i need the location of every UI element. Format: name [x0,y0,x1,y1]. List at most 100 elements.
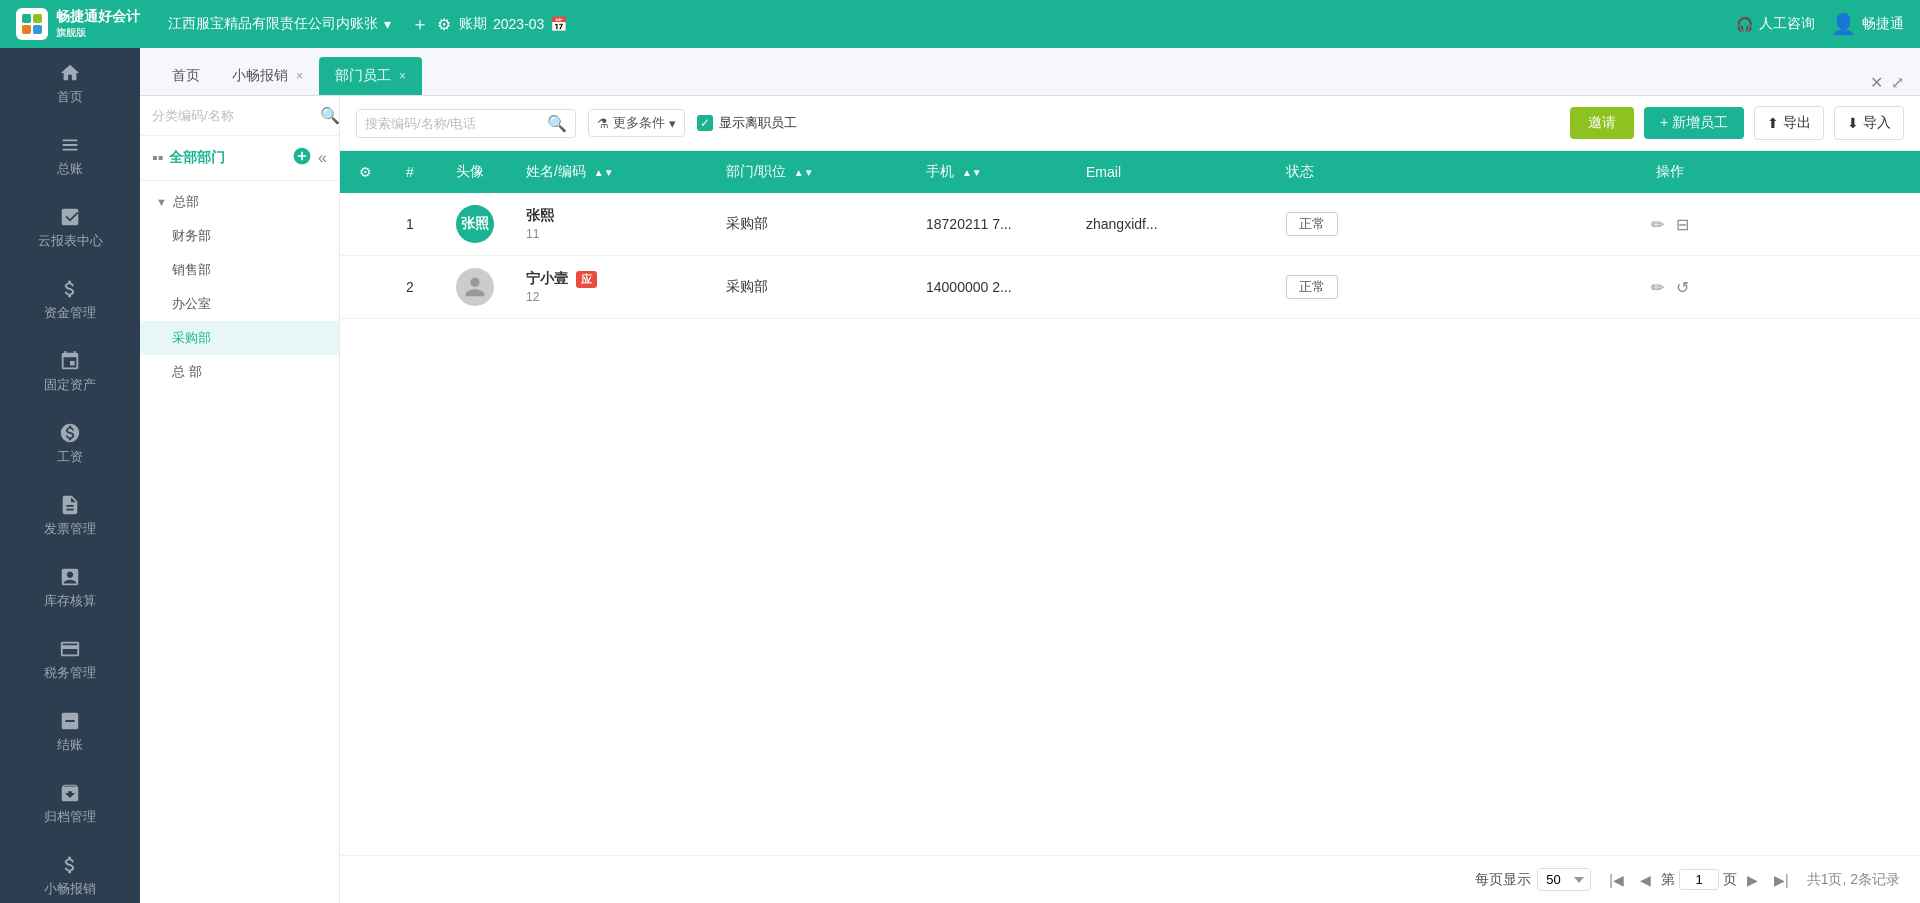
company-selector[interactable]: 江西服宝精品有限责任公司内账张 ▾ [168,15,391,33]
show-resigned-area: ✓ 显示离职员工 [697,114,797,132]
dept-all-label: 全部部门 [169,149,286,167]
settings-icon[interactable]: ⚙ [437,15,451,34]
sidebar-item-expense[interactable]: 小畅报销 [0,840,140,903]
filter-dropdown-icon: ▾ [669,116,676,131]
prev-page-btn[interactable]: ◀ [1634,870,1657,890]
dept-search-icon[interactable]: 🔍 [320,106,340,125]
user-area[interactable]: 👤 畅捷通 [1831,12,1904,36]
sidebar-label-archive: 归档管理 [44,808,96,826]
phone-sort-icon: ▲▼ [962,167,982,178]
user-name: 畅捷通 [1862,15,1904,33]
dept-search-input[interactable] [152,108,320,123]
dept-node-general[interactable]: 总 部 [140,355,339,389]
sidebar-label-inventory: 库存核算 [44,592,96,610]
per-page-label: 每页显示 [1475,871,1531,889]
app-name: 畅捷通好会计 [56,8,140,26]
sidebar-item-salary[interactable]: 工资 [0,408,140,480]
add-employee-button[interactable]: + 新增员工 [1644,107,1744,139]
invite-button[interactable]: 邀请 [1570,107,1634,139]
sidebar-label-tax: 税务管理 [44,664,96,682]
row1-actions: ✏ ⊟ [1420,193,1920,256]
th-dept[interactable]: 部门/职位 ▲▼ [710,151,910,193]
emp-search-input[interactable] [365,116,543,131]
dept-node-headquarters[interactable]: ▼ 总部 [140,185,339,219]
sidebar-item-tax[interactable]: 税务管理 [0,624,140,696]
sidebar-item-asset[interactable]: 固定资产 [0,336,140,408]
th-phone[interactable]: 手机 ▲▼ [910,151,1070,193]
tab-department-label: 部门员工 [335,67,391,85]
sidebar-item-invoice[interactable]: 发票管理 [0,480,140,552]
dept-add-btn[interactable] [292,146,312,170]
sidebar-item-home[interactable]: 首页 [0,48,140,120]
dept-collapse-btn[interactable]: « [318,149,327,167]
row2-name: 宁小壹 应 12 [510,256,710,319]
window-close-btn[interactable]: ✕ [1870,75,1883,91]
sidebar-item-report[interactable]: 云报表中心 [0,192,140,264]
page-text2: 页 [1723,871,1737,889]
sidebar-label-invoice: 发票管理 [44,520,96,538]
tab-department[interactable]: 部门员工 × [319,57,422,95]
first-page-btn[interactable]: |◀ [1603,870,1630,890]
row2-refresh-icon[interactable]: ↺ [1676,278,1689,297]
dept-node-sales[interactable]: 销售部 [140,253,339,287]
page-text: 第 [1661,871,1675,889]
sidebar-item-archive[interactable]: 归档管理 [0,768,140,840]
page-num-input[interactable] [1679,869,1719,890]
sidebar-label-home: 首页 [57,88,83,106]
dept-node-purchasing[interactable]: 采购部 [140,321,339,355]
tab-department-close[interactable]: × [399,69,406,83]
emp-search-box: 🔍 [356,109,576,138]
sidebar: 首页 总账 云报表中心 资金管理 固定资产 工资 发票管理 库存核算 [0,48,140,903]
tab-expense[interactable]: 小畅报销 × [216,57,319,95]
calendar-icon[interactable]: 📅 [550,16,567,32]
add-btn[interactable]: ＋ [411,12,429,36]
dept-node-office[interactable]: 办公室 [140,287,339,321]
show-resigned-checkbox[interactable]: ✓ [697,115,713,131]
page-size-select[interactable]: 10 20 50 100 [1537,868,1591,891]
row2-email [1070,256,1270,319]
export-button[interactable]: ⬆ 导出 [1754,106,1824,140]
import-button[interactable]: ⬇ 导入 [1834,106,1904,140]
dept-search-area: 🔍 [140,96,339,136]
sidebar-item-ledger[interactable]: 总账 [0,120,140,192]
svg-rect-2 [22,25,31,34]
service-button[interactable]: 🎧 人工咨询 [1736,15,1815,33]
row1-edit-icon[interactable]: ✏ [1651,215,1664,234]
sidebar-item-closeaccount[interactable]: 结账 [0,696,140,768]
th-settings[interactable]: ⚙ [340,151,390,193]
row2-actions: ✏ ↺ [1420,256,1920,319]
avatar-ningxiaoyi [456,268,494,306]
svg-rect-0 [22,14,31,23]
th-name[interactable]: 姓名/编码 ▲▼ [510,151,710,193]
sidebar-item-fund[interactable]: 资金管理 [0,264,140,336]
row2-status: 正常 [1270,256,1420,319]
app-logo-icon [16,8,48,40]
page-nav: |◀ ◀ 第 页 ▶ ▶| [1603,869,1794,890]
row1-status: 正常 [1270,193,1420,256]
row1-name: 张熙 11 [510,193,710,256]
filter-btn[interactable]: ⚗ 更多条件 ▾ [588,109,685,137]
emp-search-icon[interactable]: 🔍 [547,114,567,133]
dept-panel: 🔍 ▪▪ 全部部门 « ▼ 总部 财务部 销售部 [140,96,340,903]
emp-toolbar: 🔍 ⚗ 更多条件 ▾ ✓ 显示离职员工 邀请 [340,96,1920,151]
row2-settings [340,256,390,319]
import-label: 导入 [1863,114,1891,132]
headset-icon: 🎧 [1736,16,1753,32]
employee-table: ⚙ # 头像 姓名/编码 ▲▼ 部门/职位 ▲▼ [340,151,1920,319]
tab-expense-close[interactable]: × [296,69,303,83]
content-area: 首页 小畅报销 × 部门员工 × ✕ ⤢ 🔍 [140,48,1920,903]
next-page-btn[interactable]: ▶ [1741,870,1764,890]
last-page-btn[interactable]: ▶| [1768,870,1795,890]
row1-more-icon[interactable]: ⊟ [1676,215,1689,234]
sidebar-item-inventory[interactable]: 库存核算 [0,552,140,624]
tab-home-label: 首页 [172,67,200,85]
window-maximize-btn[interactable]: ⤢ [1891,75,1904,91]
row2-phone: 14000000 2... [910,256,1070,319]
dept-tree: ▼ 总部 财务部 销售部 办公室 采购部 总 部 [140,181,339,903]
sidebar-label-salary: 工资 [57,448,83,466]
dept-node-finance[interactable]: 财务部 [140,219,339,253]
tab-home[interactable]: 首页 [156,57,216,95]
import-icon: ⬇ [1847,115,1859,131]
row2-edit-icon[interactable]: ✏ [1651,278,1664,297]
header-right: 🎧 人工咨询 👤 畅捷通 [1736,12,1904,36]
